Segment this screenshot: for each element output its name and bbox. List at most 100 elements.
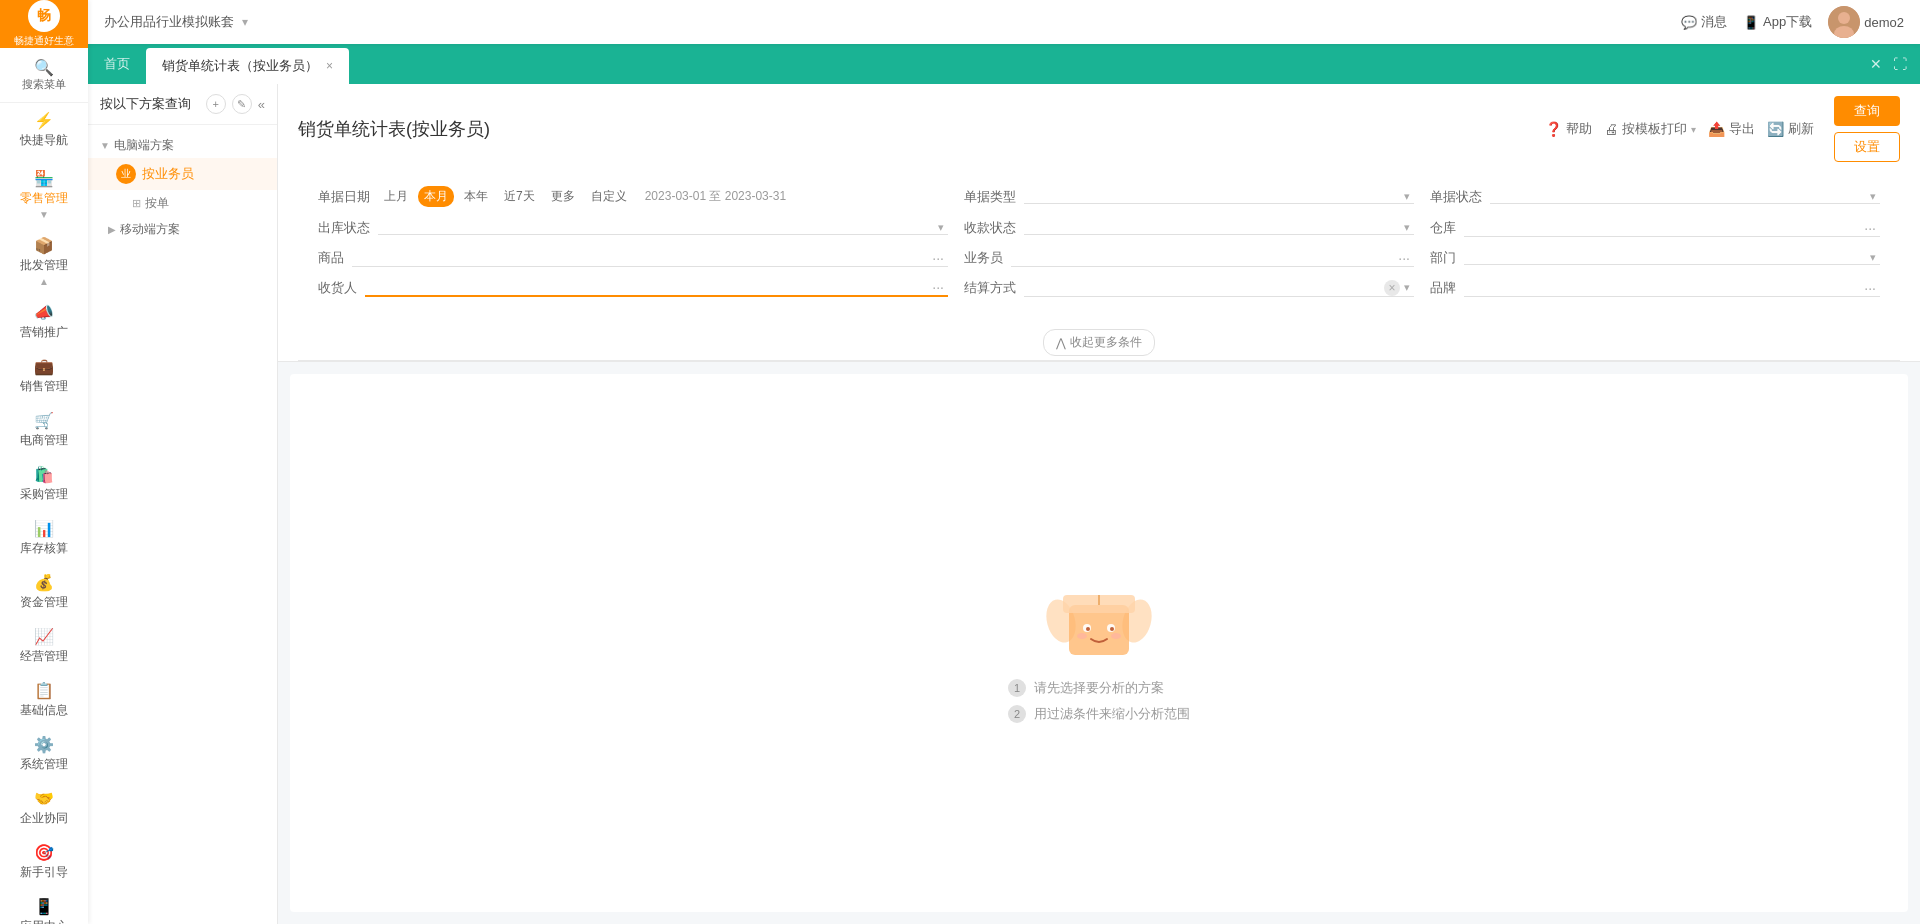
wholesale-icon: 📦 [34, 236, 54, 255]
apps-icon: 📱 [34, 897, 54, 916]
page-actions: ❓ 帮助 🖨 按模板打印 ▾ 📤 导出 🔄 [1545, 96, 1900, 162]
salesperson-dots[interactable]: ··· [1394, 250, 1414, 266]
settlement-value [1024, 284, 1384, 292]
left-panel-icons: + ✎ « [206, 94, 265, 114]
window-close-btn[interactable]: ✕ [1868, 56, 1884, 72]
date-tab-custom[interactable]: 自定义 [585, 186, 633, 207]
goods-control[interactable]: ··· [352, 250, 948, 267]
sidebar-item-operations[interactable]: 📈 经营管理 [0, 619, 88, 673]
topbar-right: 💬 消息 📱 App下载 demo2 [1681, 6, 1904, 38]
date-tab-last7[interactable]: 近7天 [498, 186, 541, 207]
tab-close-btn[interactable]: × [326, 59, 333, 73]
tree-group-desktop[interactable]: ▼ 电脑端方案 [88, 133, 277, 158]
date-tab-cur-year[interactable]: 本年 [458, 186, 494, 207]
print-arrow: ▾ [1691, 124, 1696, 135]
salesperson-dot: 业 [116, 164, 136, 184]
brand-control[interactable]: ··· [1464, 280, 1880, 297]
date-tab-cur-month[interactable]: 本月 [418, 186, 454, 207]
stock-out-value [378, 224, 934, 232]
messages-label: 消息 [1701, 13, 1727, 31]
tab-active[interactable]: 销货单统计表（按业务员） × [146, 48, 349, 84]
window-maximize-btn[interactable]: ⛶ [1892, 56, 1908, 72]
sidebar-item-enterprise[interactable]: 🤝 企业协同 [0, 781, 88, 835]
tab-home[interactable]: 首页 [88, 44, 146, 84]
consignee-control[interactable]: ··· [365, 279, 948, 297]
collapse-icon: ⋀ [1056, 336, 1066, 350]
refresh-label: 刷新 [1788, 120, 1814, 138]
tree-group-desktop-label: 电脑端方案 [114, 137, 174, 154]
ecommerce-icon: 🛒 [34, 411, 54, 430]
svg-point-12 [1077, 633, 1087, 639]
sidebar-item-retail[interactable]: 🏪 零售管理 ▼ [0, 161, 88, 228]
doc-status-value [1490, 192, 1866, 200]
add-scheme-btn[interactable]: + [206, 94, 226, 114]
filter-consignee: 收货人 ··· [318, 279, 948, 297]
stock-out-control[interactable]: ▾ [378, 221, 948, 235]
sidebar-item-system[interactable]: ⚙️ 系统管理 [0, 727, 88, 781]
stock-out-arrow: ▾ [934, 221, 948, 234]
tree-group-mobile-arrow: ▶ [108, 224, 116, 235]
goods-dots[interactable]: ··· [928, 250, 948, 266]
edit-scheme-btn[interactable]: ✎ [232, 94, 252, 114]
warehouse-dots[interactable]: ··· [1860, 220, 1880, 236]
sidebar-item-newbie[interactable]: 🎯 新手引导 [0, 835, 88, 889]
export-icon: 📤 [1708, 121, 1725, 137]
export-btn[interactable]: 📤 导出 [1708, 120, 1755, 138]
sidebar-item-sales[interactable]: 💼 销售管理 [0, 349, 88, 403]
dept-control[interactable]: ▾ [1464, 251, 1880, 265]
search-label: 搜索菜单 [0, 77, 88, 92]
doc-type-value [1024, 192, 1400, 200]
consignee-dots[interactable]: ··· [928, 279, 948, 295]
collapse-panel-btn[interactable]: « [258, 97, 265, 112]
settlement-label: 结算方式 [964, 279, 1016, 297]
sidebar-item-wholesale[interactable]: 📦 批发管理 ▲ [0, 228, 88, 295]
workspace-arrow[interactable]: ▾ [242, 15, 248, 29]
date-tab-prev[interactable]: 上月 [378, 186, 414, 207]
payment-control[interactable]: ▾ [1024, 221, 1414, 235]
retail-icon: 🏪 [34, 169, 54, 188]
empty-tip-1: 1 请先选择要分析的方案 [1008, 679, 1164, 697]
doc-type-control[interactable]: ▾ [1024, 190, 1414, 204]
query-section: 查询 设置 [1826, 96, 1900, 162]
dept-value [1464, 254, 1866, 262]
salesperson-control[interactable]: ··· [1011, 250, 1414, 267]
user-area[interactable]: demo2 [1828, 6, 1904, 38]
tree-group-mobile[interactable]: ▶ 移动端方案 [88, 217, 277, 242]
empty-texts: 1 请先选择要分析的方案 2 用过滤条件来缩小分析范围 [1008, 679, 1190, 723]
sidebar-item-apps[interactable]: 📱 应用中心 [0, 889, 88, 924]
quick-nav-icon: ⚡ [34, 111, 54, 130]
filter-section: 单据日期 上月 本月 本年 近7天 更多 自定义 2023-03-01 至 20… [298, 174, 1900, 321]
settlement-control[interactable]: × ▾ [1024, 280, 1414, 297]
left-panel: 按以下方案查询 + ✎ « ▼ 电脑端方案 业 按业务员 ⊞ 按 [88, 84, 278, 924]
sidebar-item-finance[interactable]: 💰 资金管理 [0, 565, 88, 619]
help-btn[interactable]: ❓ 帮助 [1545, 120, 1592, 138]
collapse-more-btn[interactable]: ⋀ 收起更多条件 [1043, 329, 1155, 356]
brand-dots[interactable]: ··· [1860, 280, 1880, 296]
settlement-clear-btn[interactable]: × [1384, 280, 1400, 296]
query-btn[interactable]: 查询 [1834, 96, 1900, 126]
warehouse-control[interactable]: ··· [1464, 220, 1880, 237]
wholesale-label: 批发管理 [20, 257, 68, 274]
settings-btn[interactable]: 设置 [1834, 132, 1900, 162]
sidebar-search[interactable]: 🔍 搜索菜单 [0, 48, 88, 103]
sidebar-item-quick-nav[interactable]: ⚡ 快捷导航 [0, 103, 88, 157]
help-label: 帮助 [1566, 120, 1592, 138]
app-download-btn[interactable]: 📱 App下载 [1743, 13, 1812, 31]
retail-label: 零售管理 [20, 190, 68, 207]
tree-item-salesperson[interactable]: 业 按业务员 [88, 158, 277, 190]
doc-status-control[interactable]: ▾ [1490, 190, 1880, 204]
sidebar-item-purchase[interactable]: 🛍️ 采购管理 [0, 457, 88, 511]
date-label: 单据日期 [318, 188, 370, 206]
refresh-btn[interactable]: 🔄 刷新 [1767, 120, 1814, 138]
payment-arrow: ▾ [1400, 221, 1414, 234]
messages-icon: 💬 [1681, 15, 1697, 30]
template-print-btn[interactable]: 🖨 按模板打印 ▾ [1604, 120, 1696, 138]
messages-btn[interactable]: 💬 消息 [1681, 13, 1727, 31]
tree-sub-item-byorder[interactable]: ⊞ 按单 [88, 190, 277, 217]
date-tab-more[interactable]: 更多 [545, 186, 581, 207]
sidebar-item-inventory[interactable]: 📊 库存核算 [0, 511, 88, 565]
sidebar-item-marketing[interactable]: 📣 营销推广 [0, 295, 88, 349]
filter-goods: 商品 ··· [318, 249, 948, 267]
sidebar-item-basic[interactable]: 📋 基础信息 [0, 673, 88, 727]
sidebar-item-ecommerce[interactable]: 🛒 电商管理 [0, 403, 88, 457]
